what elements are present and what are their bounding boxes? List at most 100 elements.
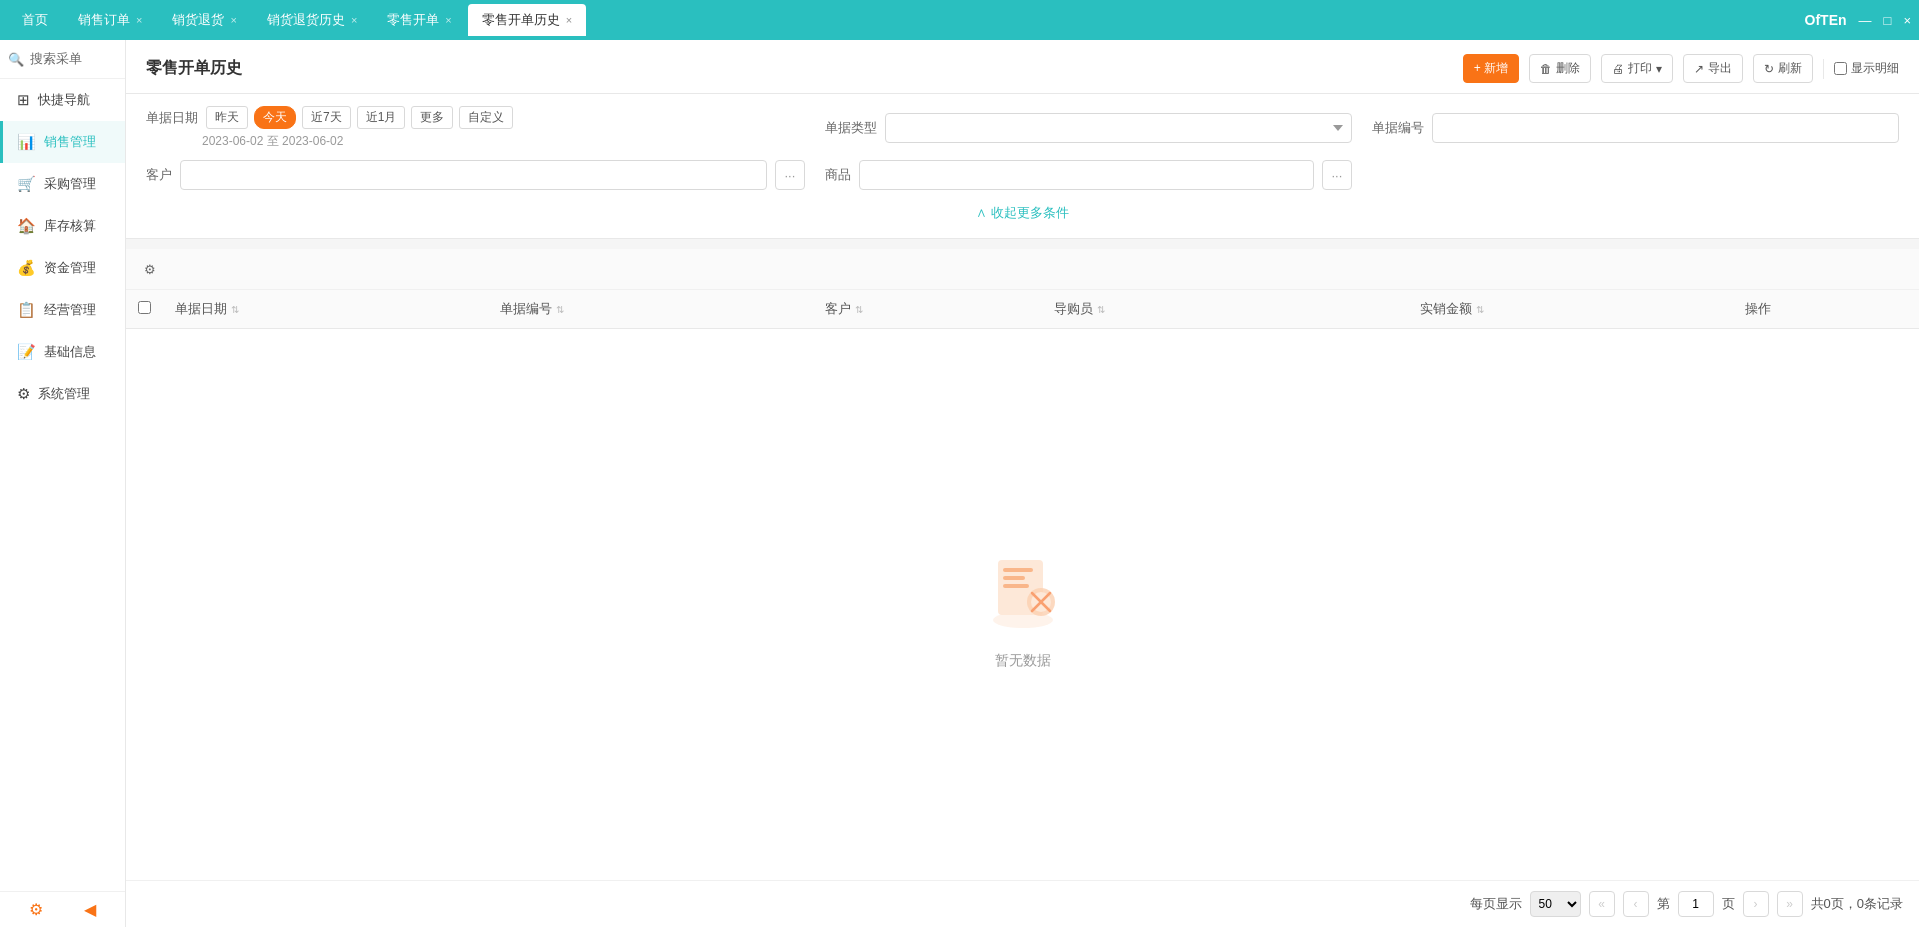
sidebar-search-label: 搜索采单 (30, 50, 82, 68)
show-detail-checkbox[interactable]: 显示明细 (1834, 60, 1899, 77)
select-all-checkbox[interactable] (138, 301, 151, 314)
number-input[interactable] (1432, 113, 1899, 143)
settings-bottom-icon[interactable]: ⚙ (29, 900, 43, 919)
sidebar-item-purchase-mgmt[interactable]: 🛒 采购管理 (0, 163, 125, 205)
nav-tabs: 首页 销售订单 × 销货退货 × 销货退货历史 × 零售开单 × 零售开单历史 … (8, 4, 1805, 36)
sidebar-item-operations[interactable]: 📋 经营管理 (0, 289, 125, 331)
refresh-icon: ↻ (1764, 62, 1774, 76)
number-filter-label: 单据编号 (1372, 119, 1424, 137)
basic-info-icon: 📝 (17, 343, 36, 361)
sort-icon[interactable]: ⇅ (855, 304, 863, 315)
close-tab-icon[interactable]: × (445, 14, 451, 26)
close-tab-icon[interactable]: × (136, 14, 142, 26)
sidebar-item-quick-nav[interactable]: ⊞ 快捷导航 (0, 79, 125, 121)
goods-input[interactable] (859, 160, 1314, 190)
table-header-row: 单据日期 ⇅ 单据编号 ⇅ 客户 ⇅ (126, 290, 1919, 329)
goods-filter-label: 商品 (825, 166, 851, 184)
page-label-pre: 第 (1657, 895, 1670, 913)
sidebar-item-system[interactable]: ⚙ 系统管理 (0, 373, 125, 415)
filter-number-item: 单据编号 (1372, 113, 1899, 143)
col-date: 单据日期 ⇅ (163, 290, 488, 329)
col-salesperson: 导购员 ⇅ (1042, 290, 1319, 329)
empty-state-icon (973, 540, 1073, 640)
sidebar-item-inventory[interactable]: 🏠 库存核算 (0, 205, 125, 247)
sidebar-item-label: 经营管理 (44, 301, 96, 319)
window-minimize-icon[interactable]: — (1859, 13, 1872, 28)
page-label: 页 (1722, 895, 1735, 913)
goods-ellipsis-btn[interactable]: ··· (1322, 160, 1352, 190)
close-tab-icon[interactable]: × (566, 14, 572, 26)
first-page-btn[interactable]: « (1589, 891, 1615, 917)
print-button[interactable]: 🖨 打印 ▾ (1601, 54, 1673, 83)
brand-label: OfTEn (1805, 12, 1847, 28)
tab-retail-open-history[interactable]: 零售开单历史 × (468, 4, 586, 36)
close-tab-icon[interactable]: × (351, 14, 357, 26)
sort-icon[interactable]: ⇅ (1476, 304, 1484, 315)
last-page-btn[interactable]: » (1777, 891, 1803, 917)
delete-icon: 🗑 (1540, 62, 1552, 76)
col-amount: 实销金额 ⇅ (1408, 290, 1733, 329)
col-action: 操作 (1733, 290, 1919, 329)
svg-rect-2 (1003, 568, 1033, 572)
type-select[interactable] (885, 113, 1352, 143)
sidebar-item-label: 销售管理 (44, 133, 96, 151)
col-spacer (1319, 290, 1408, 329)
export-button[interactable]: ↗ 导出 (1683, 54, 1743, 83)
customer-input[interactable] (180, 160, 767, 190)
content-area: 零售开单历史 + 新增 🗑 删除 🖨 打印 ▾ ↗ 导出 ↻ (126, 40, 1919, 927)
sidebar-item-label: 采购管理 (44, 175, 96, 193)
refresh-button[interactable]: ↻ 刷新 (1753, 54, 1813, 83)
add-button[interactable]: + 新增 (1463, 54, 1519, 83)
system-icon: ⚙ (17, 385, 30, 403)
customer-ellipsis-btn[interactable]: ··· (775, 160, 805, 190)
date-btn-1month[interactable]: 近1月 (357, 106, 406, 129)
date-btn-custom[interactable]: 自定义 (459, 106, 513, 129)
select-all-col (126, 290, 163, 329)
filter-date-item: 单据日期 昨天 今天 近7天 近1月 更多 自定义 2023-06-02 至 2… (146, 106, 805, 150)
col-customer: 客户 ⇅ (813, 290, 1042, 329)
sidebar-item-basic-info[interactable]: 📝 基础信息 (0, 331, 125, 373)
tab-retail-open[interactable]: 零售开单 × (373, 4, 465, 36)
table-area: ⚙ 单据日期 ⇅ 单据编号 (126, 249, 1919, 880)
sidebar-item-label: 系统管理 (38, 385, 90, 403)
data-table: 单据日期 ⇅ 单据编号 ⇅ 客户 ⇅ (126, 290, 1919, 329)
sidebar-item-label: 资金管理 (44, 259, 96, 277)
window-maximize-icon[interactable]: □ (1884, 13, 1892, 28)
per-page-select[interactable]: 50 100 200 (1530, 891, 1581, 917)
sort-icon[interactable]: ⇅ (556, 304, 564, 315)
tab-home[interactable]: 首页 (8, 4, 62, 36)
collapse-sidebar-icon[interactable]: ◀ (84, 900, 96, 919)
main-layout: 🔍 搜索采单 ⊞ 快捷导航 📊 销售管理 🛒 采购管理 🏠 库存核算 💰 资金管… (0, 40, 1919, 927)
sidebar-item-label: 快捷导航 (38, 91, 90, 109)
close-tab-icon[interactable]: × (230, 14, 236, 26)
table-toolbar: ⚙ (126, 249, 1919, 290)
next-page-btn[interactable]: › (1743, 891, 1769, 917)
show-detail-input[interactable] (1834, 62, 1847, 75)
tab-sales-return[interactable]: 销货退货 × (158, 4, 250, 36)
finance-icon: 💰 (17, 259, 36, 277)
tab-sales-order[interactable]: 销售订单 × (64, 4, 156, 36)
col-number: 单据编号 ⇅ (488, 290, 813, 329)
toolbar-divider (1823, 59, 1824, 79)
prev-page-btn[interactable]: ‹ (1623, 891, 1649, 917)
delete-button[interactable]: 🗑 删除 (1529, 54, 1591, 83)
date-btn-yesterday[interactable]: 昨天 (206, 106, 248, 129)
purchase-mgmt-icon: 🛒 (17, 175, 36, 193)
sidebar-item-sales-mgmt[interactable]: 📊 销售管理 (0, 121, 125, 163)
page-input[interactable] (1678, 891, 1714, 917)
date-btn-7days[interactable]: 近7天 (302, 106, 351, 129)
svg-rect-4 (1003, 584, 1029, 588)
table-settings-icon[interactable]: ⚙ (136, 255, 164, 283)
sort-icon[interactable]: ⇅ (231, 304, 239, 315)
sidebar-item-finance[interactable]: 💰 资金管理 (0, 247, 125, 289)
date-btn-today[interactable]: 今天 (254, 106, 296, 129)
date-btn-more[interactable]: 更多 (411, 106, 453, 129)
sidebar-item-label: 库存核算 (44, 217, 96, 235)
collapse-more-btn[interactable]: ∧ 收起更多条件 (146, 200, 1899, 226)
sidebar: 🔍 搜索采单 ⊞ 快捷导航 📊 销售管理 🛒 采购管理 🏠 库存核算 💰 资金管… (0, 40, 126, 927)
sidebar-search[interactable]: 🔍 搜索采单 (0, 40, 125, 79)
type-filter-label: 单据类型 (825, 119, 877, 137)
window-close-icon[interactable]: × (1903, 13, 1911, 28)
sort-icon[interactable]: ⇅ (1097, 304, 1105, 315)
tab-sales-return-history[interactable]: 销货退货历史 × (253, 4, 371, 36)
